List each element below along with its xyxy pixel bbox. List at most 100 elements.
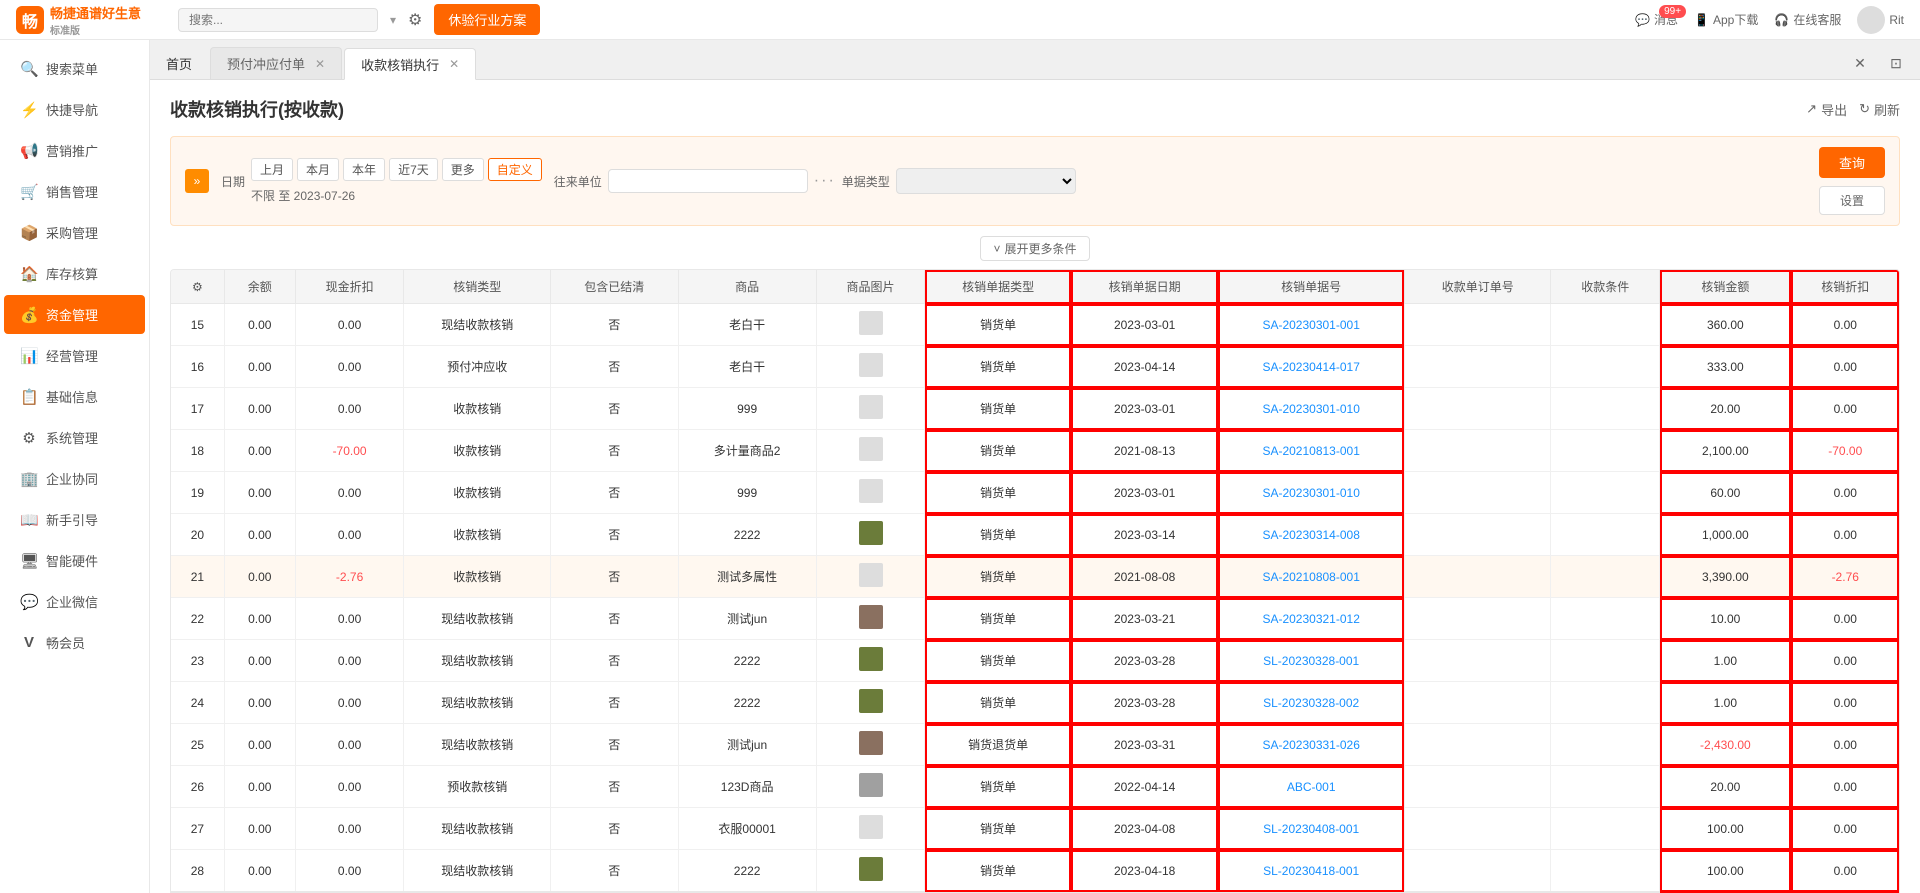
cell-verify-discount: 0.00 [1791, 304, 1899, 346]
sidebar-item-wechat[interactable]: 💬 企业微信 [4, 582, 145, 621]
cell-verify-doc-type: 销货退货单 [925, 724, 1072, 766]
tab-prepay-close-icon[interactable]: ✕ [315, 57, 325, 71]
sidebar-label-basic: 基础信息 [46, 387, 98, 406]
cell-goods-img [816, 808, 925, 850]
cell-verify-type: 现结收款核销 [404, 724, 551, 766]
sidebar-item-enterprise[interactable]: 🏢 企业协同 [4, 459, 145, 498]
doc-no-link[interactable]: SA-20210813-001 [1262, 444, 1359, 458]
doc-no-link[interactable]: SA-20210808-001 [1262, 570, 1359, 584]
filter-collapse-button[interactable]: » [185, 169, 209, 193]
cell-balance: 0.00 [224, 850, 295, 893]
date-7days-btn[interactable]: 近7天 [389, 158, 438, 181]
sidebar-item-sales[interactable]: 🛒 销售管理 [4, 172, 145, 211]
sidebar-item-quicknav[interactable]: ⚡ 快捷导航 [4, 90, 145, 129]
settings-icon[interactable]: ⚙ [408, 10, 422, 30]
col-settings[interactable]: ⚙ [171, 270, 224, 304]
doc-no-link[interactable]: SA-20230414-017 [1262, 360, 1359, 374]
product-image [859, 311, 883, 335]
cell-include-cleared: 否 [550, 850, 678, 893]
inventory-icon: 🏠 [20, 265, 38, 283]
window-restore-icon[interactable]: ⊡ [1880, 47, 1912, 79]
expand-more-button[interactable]: ˅ 展开更多条件 [980, 236, 1089, 261]
cell-include-cleared: 否 [550, 556, 678, 598]
window-close-icon[interactable]: ✕ [1844, 47, 1876, 79]
cell-verify-doc-date: 2023-04-14 [1071, 346, 1218, 388]
sidebar-item-inventory[interactable]: 🏠 库存核算 [4, 254, 145, 293]
doc-no-link[interactable]: SA-20230301-010 [1262, 402, 1359, 416]
cell-verify-doc-type: 销货单 [925, 514, 1072, 556]
doc-no-link[interactable]: SA-20230301-010 [1262, 486, 1359, 500]
tab-collection[interactable]: 收款核销执行 ✕ [344, 48, 476, 80]
cell-goods: 多计量商品2 [678, 430, 816, 472]
messages-item[interactable]: 💬 消息 99+ [1635, 11, 1678, 28]
partner-input[interactable] [608, 169, 808, 193]
doc-no-link[interactable]: SA-20230314-008 [1262, 528, 1359, 542]
sidebar-item-marketing[interactable]: 📢 营销推广 [4, 131, 145, 170]
col-verify-type: 核销类型 [404, 270, 551, 304]
cell-verify-doc-no: SL-20230328-002 [1218, 682, 1405, 724]
cell-verify-amount: -2,430.00 [1660, 724, 1791, 766]
online-service-item[interactable]: 🎧 在线客服 [1774, 11, 1841, 28]
cell-receipt-condition [1551, 724, 1660, 766]
top-search-input[interactable] [178, 8, 378, 32]
sidebar-item-hardware[interactable]: 🖥 智能硬件 [4, 541, 145, 580]
doc-type-select[interactable] [896, 168, 1076, 194]
cell-no: 17 [171, 388, 224, 430]
cell-goods-img [816, 556, 925, 598]
query-button[interactable]: 查询 [1819, 147, 1885, 178]
app-download-item[interactable]: 📱 App下载 [1694, 11, 1758, 28]
doc-no-link[interactable]: SL-20230328-002 [1263, 696, 1359, 710]
table-row: 15 0.00 0.00 现结收款核销 否 老白干 销货单 2023-03-01… [171, 304, 1899, 346]
export-button[interactable]: ↗ 导出 [1806, 100, 1847, 119]
sidebar-item-search[interactable]: 🔍 搜索菜单 [4, 49, 145, 88]
sidebar-item-basic[interactable]: 📋 基础信息 [4, 377, 145, 416]
partner-label: 往来单位 [554, 173, 602, 190]
marketing-icon: 📢 [20, 142, 38, 160]
sidebar-label-inventory: 库存核算 [46, 264, 98, 283]
sidebar-item-operations[interactable]: 📊 经营管理 [4, 336, 145, 375]
tab-collection-close-icon[interactable]: ✕ [449, 57, 459, 71]
tab-prepay[interactable]: 预付冲应付单 ✕ [210, 47, 342, 79]
cell-verify-amount: 3,390.00 [1660, 556, 1791, 598]
date-range-text: 不限 至 2023-07-26 [251, 187, 542, 204]
product-image [859, 773, 883, 797]
cell-goods: 999 [678, 388, 816, 430]
date-this-month-btn[interactable]: 本月 [297, 158, 339, 181]
cell-verify-doc-no: SL-20230408-001 [1218, 808, 1405, 850]
table-row: 16 0.00 0.00 预付冲应收 否 老白干 销货单 2023-04-14 … [171, 346, 1899, 388]
cell-verify-doc-date: 2022-04-14 [1071, 766, 1218, 808]
tab-home[interactable]: 首页 [150, 47, 208, 79]
date-last-month-btn[interactable]: 上月 [251, 158, 293, 181]
cell-verify-doc-date: 2023-03-01 [1071, 472, 1218, 514]
user-item[interactable]: Rit [1857, 6, 1904, 34]
date-more-btn[interactable]: 更多 [442, 158, 484, 181]
doc-no-link[interactable]: ABC-001 [1287, 780, 1336, 794]
cell-receipt-order-no [1404, 514, 1551, 556]
doc-no-link[interactable]: SL-20230328-001 [1263, 654, 1359, 668]
cell-verify-discount: -70.00 [1791, 430, 1899, 472]
sidebar-item-vip[interactable]: V 畅会员 [4, 623, 145, 662]
refresh-button[interactable]: ↻ 刷新 [1859, 100, 1900, 119]
sidebar-item-purchase[interactable]: 📦 采购管理 [4, 213, 145, 252]
tab-collection-label: 收款核销执行 [361, 55, 439, 74]
doc-no-link[interactable]: SA-20230331-026 [1262, 738, 1359, 752]
date-custom-btn[interactable]: 自定义 [488, 158, 542, 181]
solution-button[interactable]: 休验行业方案 [434, 4, 540, 35]
sidebar-item-guide[interactable]: 📖 新手引导 [4, 500, 145, 539]
setting-button[interactable]: 设置 [1819, 186, 1885, 215]
cell-cash-discount: 0.00 [295, 346, 404, 388]
doc-no-link[interactable]: SA-20230301-001 [1262, 318, 1359, 332]
sidebar-item-system[interactable]: ⚙ 系统管理 [4, 418, 145, 457]
cell-verify-amount: 333.00 [1660, 346, 1791, 388]
date-this-year-btn[interactable]: 本年 [343, 158, 385, 181]
export-label: 导出 [1821, 100, 1847, 119]
date-buttons: 上月 本月 本年 近7天 更多 自定义 不限 至 2023-07-26 [251, 158, 542, 204]
doc-no-link[interactable]: SA-20230321-012 [1262, 612, 1359, 626]
doc-no-link[interactable]: SL-20230418-001 [1263, 864, 1359, 878]
cell-include-cleared: 否 [550, 724, 678, 766]
sidebar-label-quicknav: 快捷导航 [46, 100, 98, 119]
cell-cash-discount: 0.00 [295, 640, 404, 682]
product-image [859, 605, 883, 629]
sidebar-item-finance[interactable]: 💰 资金管理 [4, 295, 145, 334]
doc-no-link[interactable]: SL-20230408-001 [1263, 822, 1359, 836]
